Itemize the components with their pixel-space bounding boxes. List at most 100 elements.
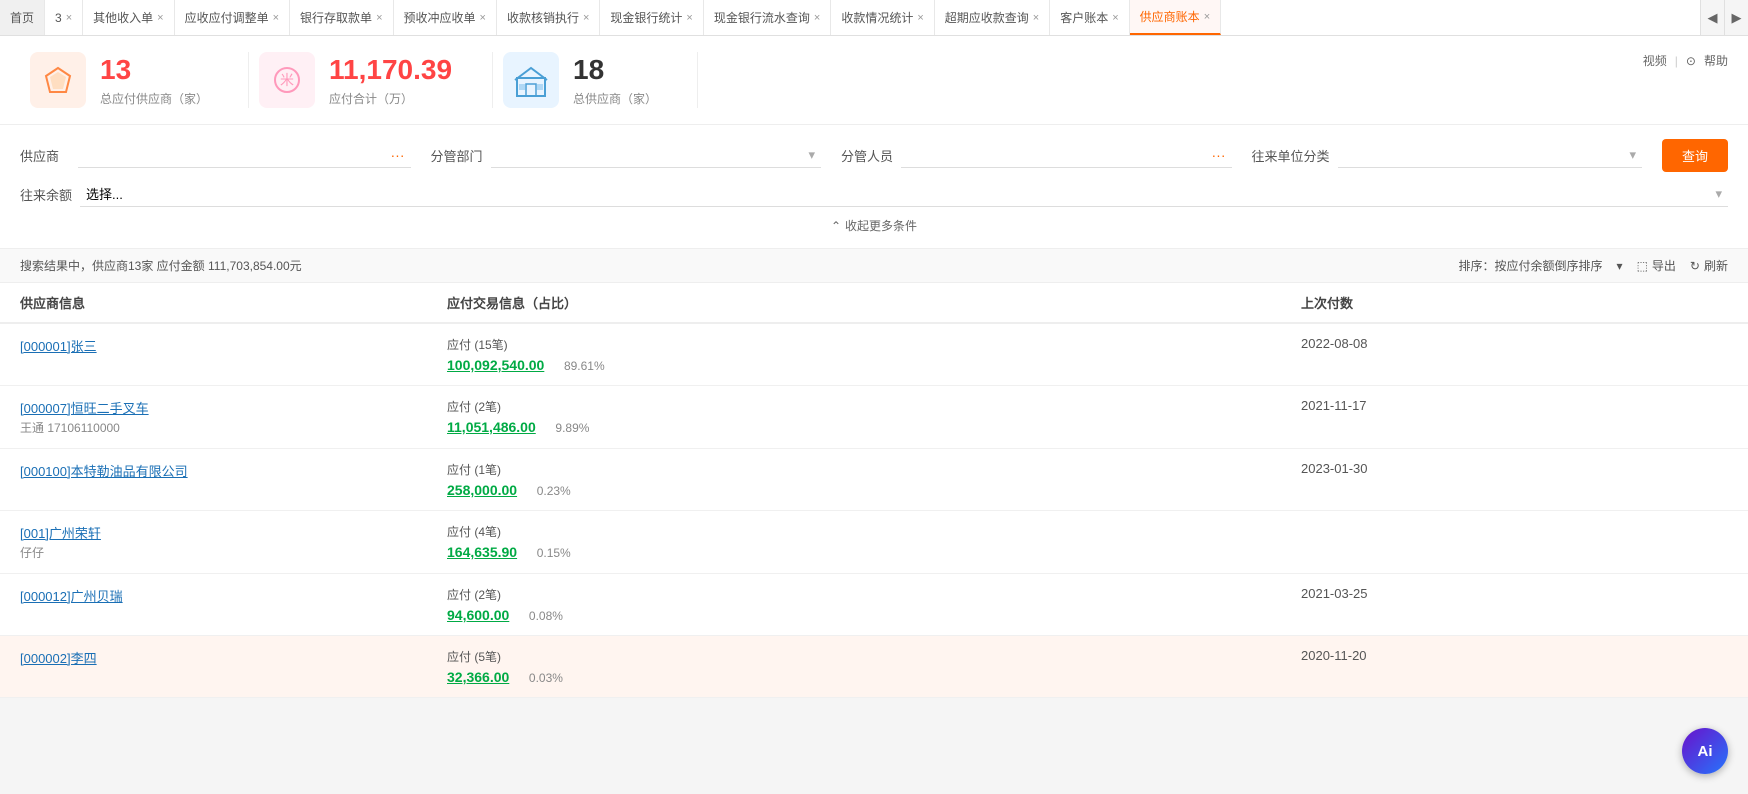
nav-next-arrow[interactable]: ▶ bbox=[1724, 0, 1748, 36]
export-button[interactable]: ⬚ 导出 bbox=[1637, 257, 1676, 274]
supplier-cell-3: [000100]本特勒油品有限公司 bbox=[20, 461, 447, 480]
supplier-sub-2: 王通 17106110000 bbox=[20, 419, 447, 436]
payable-percent-6: 0.03% bbox=[529, 671, 563, 685]
person-dots-icon[interactable]: ··· bbox=[1212, 147, 1226, 163]
payable-cell-5: 应付 (2笔) 94,600.00 0.08% bbox=[447, 586, 1301, 623]
nav-tab-collection-exec[interactable]: 收款核销执行 × bbox=[497, 0, 600, 35]
video-link[interactable]: 视频 bbox=[1643, 52, 1667, 69]
category-label: 往来单位分类 bbox=[1252, 146, 1330, 165]
payable-label-2: 应付 (2笔) bbox=[447, 398, 1301, 415]
nav-tab-supplier-ledger[interactable]: 供应商账本 × bbox=[1130, 0, 1221, 35]
payable-amount-6[interactable]: 32,366.00 bbox=[447, 669, 509, 685]
ai-badge-label: Ai bbox=[1698, 743, 1713, 760]
nav-tab-supplier-ledger-close[interactable]: × bbox=[1204, 11, 1210, 23]
nav-tab-customer-ledger-close[interactable]: × bbox=[1112, 12, 1118, 24]
stat-value-total-suppliers: 18 bbox=[573, 53, 657, 87]
balance-select[interactable]: 选择... bbox=[86, 187, 1715, 202]
nav-tab-customer-ledger-label: 客户账本 bbox=[1060, 9, 1108, 26]
stat-icon-diamond bbox=[30, 52, 86, 108]
payable-label-6: 应付 (5笔) bbox=[447, 648, 1301, 665]
nav-tab-cash-bank-query[interactable]: 现金银行流水查询 × bbox=[704, 0, 831, 35]
nav-tab-supplier-ledger-label: 供应商账本 bbox=[1140, 8, 1200, 25]
search-area: 供应商 ··· 分管部门 ▾ 分管人员 ··· 往来单位分类 bbox=[0, 125, 1748, 249]
supplier-sub-4: 仔仔 bbox=[20, 544, 447, 561]
sort-label[interactable]: 排序：按应付余额倒序排序 bbox=[1459, 257, 1603, 274]
stat-label-total-suppliers: 总供应商（家） bbox=[573, 90, 657, 107]
payable-amount-2[interactable]: 11,051,486.00 bbox=[447, 419, 536, 435]
table-row: [001]广州荣轩 仔仔 应付 (4笔) 164,635.90 0.15% bbox=[0, 511, 1748, 574]
result-bar: 搜索结果中，供应商13家 应付金额 111,703,854.00元 排序：按应付… bbox=[0, 249, 1748, 283]
nav-tab-ar-ap-adjust-close[interactable]: × bbox=[273, 12, 279, 24]
nav-tab-ar-ap-adjust[interactable]: 应收应付调整单 × bbox=[175, 0, 290, 35]
table-row: [000007]恒旺二手叉车 王通 17106110000 应付 (2笔) 11… bbox=[0, 386, 1748, 449]
balance-select-wrapper[interactable]: 选择... ▾ bbox=[80, 182, 1728, 207]
stat-value-payable-total: 11,170.39 bbox=[329, 53, 452, 87]
query-button[interactable]: 查询 bbox=[1662, 139, 1728, 172]
nav-tab-advance-ar[interactable]: 预收冲应收单 × bbox=[394, 0, 497, 35]
stat-label-payable-total: 应付合计（万） bbox=[329, 90, 452, 107]
nav-tab-overdue-ar-close[interactable]: × bbox=[1033, 12, 1039, 24]
help-link[interactable]: 帮助 bbox=[1704, 52, 1728, 69]
supplier-link-1[interactable]: [000001]张三 bbox=[20, 339, 97, 354]
supplier-cell-6: [000002]李四 bbox=[20, 648, 447, 667]
nav-tab-home[interactable]: 首页 bbox=[0, 0, 45, 35]
supplier-cell-4: [001]广州荣轩 仔仔 bbox=[20, 523, 447, 561]
nav-tab-cash-bank-query-close[interactable]: × bbox=[814, 12, 820, 24]
refresh-button[interactable]: ↻ 刷新 bbox=[1690, 257, 1728, 274]
nav-tab-other-income-close[interactable]: × bbox=[157, 12, 163, 24]
nav-tab-collection-stat[interactable]: 收款情况统计 × bbox=[831, 0, 934, 35]
supplier-link-4[interactable]: [001]广州荣轩 bbox=[20, 526, 101, 541]
person-input[interactable] bbox=[907, 148, 1211, 163]
svg-text:米: 米 bbox=[280, 72, 294, 88]
nav-tab-collection-exec-close[interactable]: × bbox=[583, 12, 589, 24]
supplier-input[interactable] bbox=[84, 148, 391, 163]
nav-prev-arrow[interactable]: ◀ bbox=[1700, 0, 1724, 36]
stat-label-suppliers-payable: 总应付供应商（家） bbox=[100, 90, 208, 107]
stat-icon-rice: 米 bbox=[259, 52, 315, 108]
last-pay-cell-1: 2022-08-08 bbox=[1301, 336, 1728, 351]
stat-value-suppliers-payable: 13 bbox=[100, 53, 208, 87]
dept-select[interactable] bbox=[497, 148, 809, 163]
supplier-link-6[interactable]: [000002]李四 bbox=[20, 651, 97, 666]
nav-tab-bank-deposit-close[interactable]: × bbox=[376, 12, 382, 24]
nav-tab-customer-ledger[interactable]: 客户账本 × bbox=[1050, 0, 1129, 35]
dept-field: 分管部门 ▾ bbox=[431, 143, 822, 168]
export-label: 导出 bbox=[1652, 257, 1676, 274]
nav-tab-cash-bank-stat-label: 现金银行统计 bbox=[610, 9, 682, 26]
nav-tab-collection-stat-label: 收款情况统计 bbox=[841, 9, 913, 26]
supplier-dots-icon[interactable]: ··· bbox=[391, 147, 405, 163]
payable-amount-4[interactable]: 164,635.90 bbox=[447, 544, 517, 560]
supplier-link-2[interactable]: [000007]恒旺二手叉车 bbox=[20, 401, 149, 416]
nav-tab-overdue-ar-label: 超期应收款查询 bbox=[945, 9, 1029, 26]
nav-tab-cash-bank-stat-close[interactable]: × bbox=[686, 12, 692, 24]
payable-cell-1: 应付 (15笔) 100,092,540.00 89.61% bbox=[447, 336, 1301, 373]
category-select[interactable] bbox=[1344, 148, 1630, 163]
stat-icon-store bbox=[503, 52, 559, 108]
ai-badge[interactable]: Ai bbox=[1682, 728, 1728, 774]
table-row: [000012]广州贝瑞 应付 (2笔) 94,600.00 0.08% 202… bbox=[0, 574, 1748, 636]
collapse-button[interactable]: ⌃ 收起更多条件 bbox=[20, 217, 1728, 234]
payable-percent-2: 9.89% bbox=[555, 421, 589, 435]
nav-tab-overdue-ar[interactable]: 超期应收款查询 × bbox=[935, 0, 1050, 35]
payable-cell-2: 应付 (2笔) 11,051,486.00 9.89% bbox=[447, 398, 1301, 435]
stat-text-total-suppliers: 18 总供应商（家） bbox=[573, 53, 657, 108]
stat-block-payable-total: 米 11,170.39 应付合计（万） bbox=[249, 52, 493, 108]
nav-tab-3[interactable]: 3 × bbox=[45, 0, 83, 35]
payable-amount-3[interactable]: 258,000.00 bbox=[447, 482, 517, 498]
payable-amount-1[interactable]: 100,092,540.00 bbox=[447, 357, 544, 373]
nav-tab-advance-ar-close[interactable]: × bbox=[480, 12, 486, 24]
nav-tab-3-close[interactable]: × bbox=[66, 12, 72, 24]
nav-tab-collection-stat-close[interactable]: × bbox=[917, 12, 923, 24]
payable-amount-5[interactable]: 94,600.00 bbox=[447, 607, 509, 623]
category-select-wrapper[interactable]: ▾ bbox=[1338, 143, 1642, 168]
header-actions: 视频 | ⊙ 帮助 bbox=[1643, 52, 1728, 69]
last-pay-date-6: 2020-11-20 bbox=[1301, 648, 1367, 663]
supplier-link-3[interactable]: [000100]本特勒油品有限公司 bbox=[20, 464, 188, 479]
nav-tab-other-income[interactable]: 其他收入单 × bbox=[83, 0, 174, 35]
supplier-link-5[interactable]: [000012]广州贝瑞 bbox=[20, 589, 123, 604]
result-text: 搜索结果中，供应商13家 应付金额 111,703,854.00元 bbox=[20, 257, 302, 274]
nav-tab-cash-bank-stat[interactable]: 现金银行统计 × bbox=[600, 0, 703, 35]
nav-tab-bank-deposit[interactable]: 银行存取款单 × bbox=[290, 0, 393, 35]
export-icon: ⬚ bbox=[1637, 259, 1648, 273]
dept-select-wrapper[interactable]: ▾ bbox=[491, 143, 821, 168]
